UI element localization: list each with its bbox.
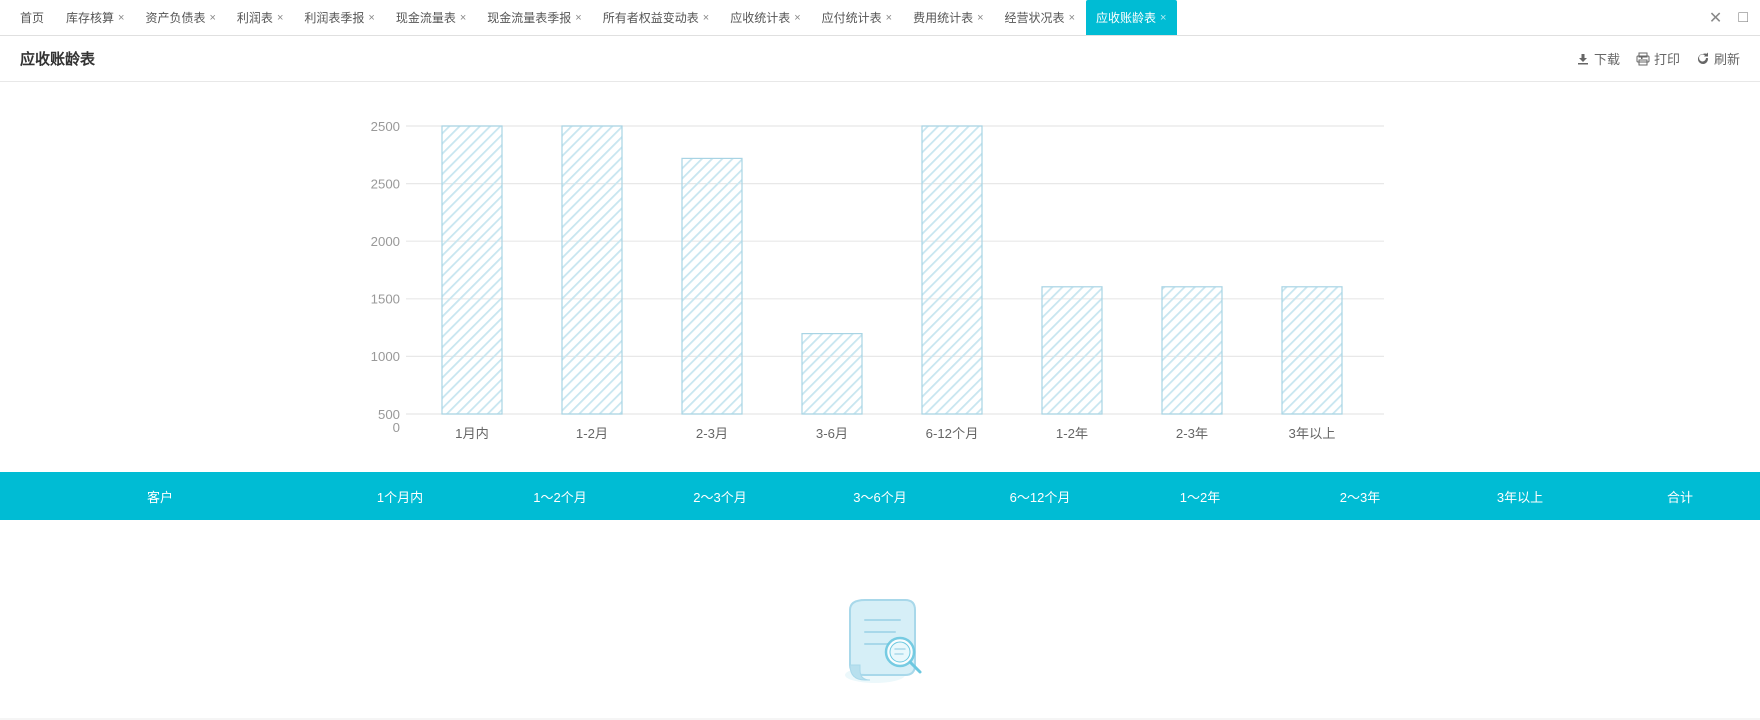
close-tab-balance[interactable]: × — [209, 12, 215, 24]
main-content: 2500 2500 2000 1500 1000 500 0 1月内 1-2月 … — [0, 82, 1760, 718]
table-header: 客户 1个月内 1～2个月 2～3个月 3～6个月 6～12个月 1～2年 2～… — [0, 472, 1760, 520]
download-icon — [1576, 52, 1590, 66]
close-tab-ar-aging[interactable]: × — [1160, 12, 1166, 24]
col-3plus-years: 3年以上 — [1440, 487, 1600, 506]
svg-text:1月内: 1月内 — [455, 426, 489, 441]
tab-bar: 首页 库存核算 × 资产负债表 × 利润表 × 利润表季报 × 现金流量表 × … — [0, 0, 1760, 36]
svg-text:2-3月: 2-3月 — [696, 426, 728, 441]
close-tab-profit-quarterly[interactable]: × — [368, 12, 374, 24]
refresh-button[interactable]: 刷新 — [1696, 49, 1740, 68]
close-tab-cashflow[interactable]: × — [460, 12, 466, 24]
tab-equity[interactable]: 所有者权益变动表 × — [593, 0, 720, 36]
col-customer: 客户 — [0, 487, 320, 506]
tab-expense[interactable]: 费用统计表 × — [903, 0, 994, 36]
svg-text:2-3年: 2-3年 — [1176, 426, 1208, 441]
svg-text:2500: 2500 — [371, 119, 400, 134]
tab-profit-quarterly[interactable]: 利润表季报 × — [294, 0, 385, 36]
window-actions: ✕ □ — [1705, 8, 1752, 28]
tab-ar-stat[interactable]: 应收统计表 × — [720, 0, 811, 36]
svg-text:1500: 1500 — [371, 292, 400, 307]
close-tab-ap-stat[interactable]: × — [886, 12, 892, 24]
header-actions: 下载 打印 刷新 — [1576, 49, 1740, 68]
svg-text:2000: 2000 — [371, 234, 400, 249]
empty-icon — [820, 580, 940, 700]
svg-text:6-12个月: 6-12个月 — [926, 426, 979, 441]
svg-text:1-2月: 1-2月 — [576, 426, 608, 441]
print-icon — [1636, 52, 1650, 66]
page-title: 应收账龄表 — [20, 48, 95, 69]
col-1-2years: 1～2年 — [1120, 487, 1280, 506]
maximize-button[interactable]: □ — [1734, 9, 1752, 27]
aging-chart: 2500 2500 2000 1500 1000 500 0 1月内 1-2月 … — [30, 102, 1730, 462]
empty-state — [0, 520, 1760, 718]
print-button[interactable]: 打印 — [1636, 49, 1680, 68]
col-3-6months: 3～6个月 — [800, 487, 960, 506]
col-2-3months: 2～3个月 — [640, 487, 800, 506]
svg-text:3年以上: 3年以上 — [1289, 426, 1336, 441]
svg-text:1-2年: 1-2年 — [1056, 426, 1088, 441]
close-tab-ar-stat[interactable]: × — [794, 12, 800, 24]
col-total: 合计 — [1600, 487, 1760, 506]
tab-ar-aging[interactable]: 应收账龄表 × — [1086, 0, 1177, 36]
close-tab-cashflow-quarterly[interactable]: × — [575, 12, 581, 24]
tab-balance[interactable]: 资产负债表 × — [135, 0, 226, 36]
col-1-2months: 1～2个月 — [480, 487, 640, 506]
close-tab-expense[interactable]: × — [977, 12, 983, 24]
page-header: 应收账龄表 下载 打印 刷新 — [0, 36, 1760, 82]
svg-text:0: 0 — [393, 420, 400, 435]
close-tab-profit[interactable]: × — [277, 12, 283, 24]
svg-text:2500: 2500 — [371, 176, 400, 191]
tab-profit[interactable]: 利润表 × — [227, 0, 294, 36]
tab-operations[interactable]: 经营状况表 × — [995, 0, 1086, 36]
tab-home[interactable]: 首页 — [8, 9, 56, 26]
tab-inventory[interactable]: 库存核算 × — [56, 0, 135, 36]
svg-text:3-6月: 3-6月 — [816, 426, 848, 441]
col-2-3years: 2～3年 — [1280, 487, 1440, 506]
minimize-button[interactable]: ✕ — [1705, 8, 1726, 28]
refresh-icon — [1696, 52, 1710, 66]
close-tab-inventory[interactable]: × — [118, 12, 124, 24]
svg-text:1000: 1000 — [371, 349, 400, 364]
tab-ap-stat[interactable]: 应付统计表 × — [812, 0, 903, 36]
close-tab-equity[interactable]: × — [703, 12, 709, 24]
close-tab-operations[interactable]: × — [1069, 12, 1075, 24]
chart-area: 2500 2500 2000 1500 1000 500 0 1月内 1-2月 … — [0, 82, 1760, 472]
tab-cashflow[interactable]: 现金流量表 × — [386, 0, 477, 36]
col-6-12months: 6～12个月 — [960, 487, 1120, 506]
download-button[interactable]: 下载 — [1576, 49, 1620, 68]
tab-cashflow-quarterly[interactable]: 现金流量表季报 × — [477, 0, 592, 36]
col-1month: 1个月内 — [320, 487, 480, 506]
